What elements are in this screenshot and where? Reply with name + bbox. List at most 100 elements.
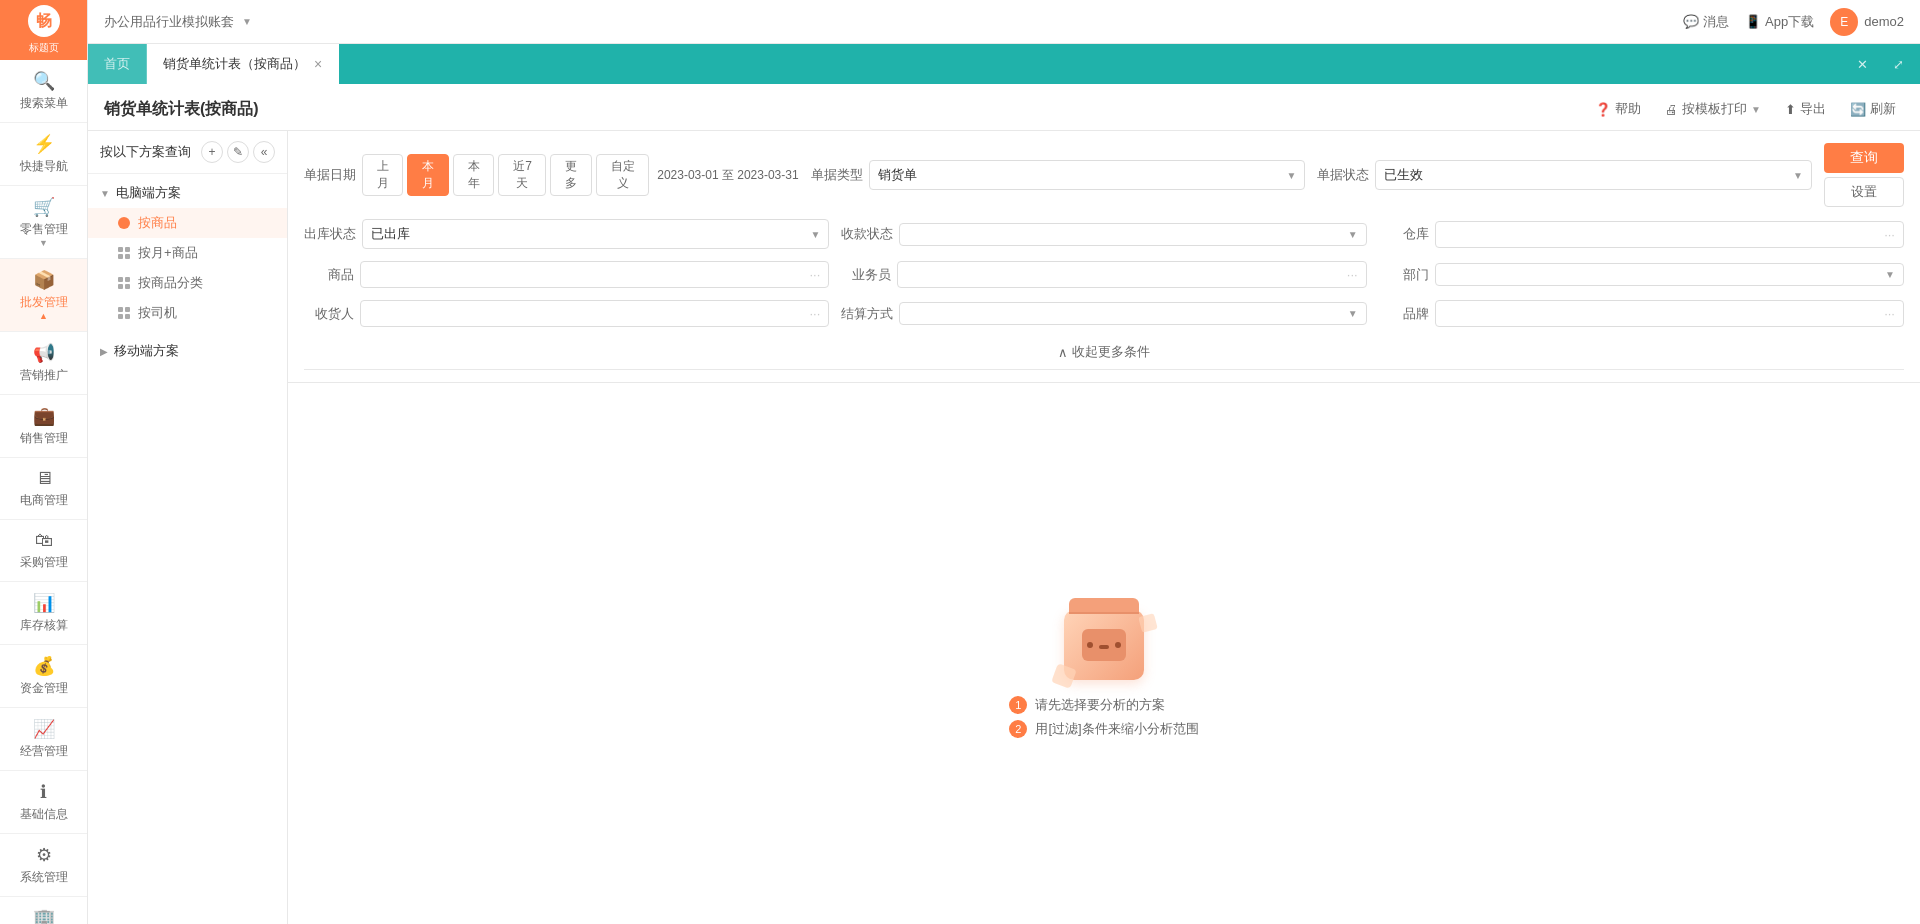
sidebar-item-system[interactable]: ⚙ 系统管理 [0, 834, 88, 897]
filter-doc-status: 单据状态 已生效 ▼ [1317, 160, 1812, 190]
user-info[interactable]: E demo2 [1830, 8, 1904, 36]
by-goods-category-icon [116, 275, 132, 291]
sidebar-item-corp[interactable]: 🏢 企业协同 [0, 897, 88, 924]
sidebar-item-marketing[interactable]: 📢 营销推广 [0, 332, 88, 395]
dept-caret-icon: ▼ [1885, 269, 1895, 280]
sidebar-item-inventory[interactable]: 📊 库存核算 [0, 582, 88, 645]
receiver-label: 收货人 [304, 305, 354, 323]
filter-salesman: 业务员 ··· [841, 261, 1366, 288]
warehouse-select[interactable]: ··· [1435, 221, 1904, 248]
sidebar-item-operations[interactable]: 📈 经营管理 [0, 708, 88, 771]
sidebar-item-quick-nav[interactable]: ⚡ 快捷导航 [0, 123, 88, 186]
doc-status-select[interactable]: 已生效 ▼ [1375, 160, 1812, 190]
wholesale-expand-icon: ▲ [39, 311, 48, 321]
export-label: 导出 [1800, 100, 1826, 118]
sidebar-item-retail[interactable]: 🛒 零售管理 ▼ [0, 186, 88, 259]
scheme-item-by-goods-category[interactable]: 按商品分类 [88, 268, 287, 298]
top-bar-right: 💬 消息 📱 App下载 E demo2 [1683, 8, 1904, 36]
sidebar-item-finance-label: 资金管理 [20, 680, 68, 697]
dept-select[interactable]: ▼ [1435, 263, 1904, 286]
message-btn[interactable]: 💬 消息 [1683, 13, 1729, 31]
brand-select[interactable]: ··· [1435, 300, 1904, 327]
box-deco-2 [1138, 613, 1158, 633]
query-btn[interactable]: 查询 [1824, 143, 1904, 173]
sidebar-item-ecommerce[interactable]: 🖥 电商管理 [0, 458, 88, 520]
filter-receiver: 收货人 ··· [304, 300, 829, 327]
scheme-section-pc-header[interactable]: ▼ 电脑端方案 [88, 178, 287, 208]
filter-goods: 商品 ··· [304, 261, 829, 288]
app-selector-label[interactable]: 办公用品行业模拟账套 [104, 13, 234, 31]
sidebar-item-wholesale-label: 批发管理 [20, 294, 68, 311]
goods-label: 商品 [304, 266, 354, 284]
print-btn[interactable]: 🖨 按模板打印 ▼ [1657, 96, 1769, 122]
tab-close-btn[interactable]: ✕ [1848, 50, 1876, 78]
date-btn-current-year[interactable]: 本年 [453, 154, 494, 196]
system-icon: ⚙ [36, 844, 52, 866]
settings-btn[interactable]: 设置 [1824, 177, 1904, 207]
date-btn-more[interactable]: 更多 [550, 154, 591, 196]
filter-section: 单据日期 上月 本月 本年 近7天 更多 自定义 2023-03-01 至 20… [288, 131, 1920, 383]
filter-row-3: 商品 ··· 业务员 [304, 261, 1904, 288]
scheme-item-by-goods[interactable]: 按商品 [88, 208, 287, 238]
sidebar-item-basic[interactable]: ℹ 基础信息 [0, 771, 88, 834]
date-btn-prev-month[interactable]: 上月 [362, 154, 403, 196]
date-range-text: 2023-03-01 至 2023-03-31 [657, 167, 798, 184]
tab-home[interactable]: 首页 [88, 44, 147, 84]
pc-section-title: 电脑端方案 [116, 184, 181, 202]
export-btn[interactable]: ⬆ 导出 [1777, 96, 1834, 122]
corp-icon: 🏢 [33, 907, 55, 924]
user-label: demo2 [1864, 14, 1904, 29]
app-download-label: App下载 [1765, 13, 1814, 31]
sidebar-item-search[interactable]: 🔍 搜索菜单 [0, 60, 88, 123]
logo-label: 标题页 [29, 41, 59, 55]
collect-status-select[interactable]: ▼ [899, 223, 1366, 246]
out-status-select[interactable]: 已出库 ▼ [362, 219, 829, 249]
refresh-btn[interactable]: 🔄 刷新 [1842, 96, 1904, 122]
scheme-item-by-cashier[interactable]: 按司机 [88, 298, 287, 328]
hint-text-1: 请先选择要分析的方案 [1035, 696, 1165, 714]
scheme-section-mobile-header[interactable]: ▶ 移动端方案 [88, 336, 287, 366]
receiver-select[interactable]: ··· [360, 300, 829, 327]
scheme-edit-btn[interactable]: ✎ [227, 141, 249, 163]
sidebar-item-system-label: 系统管理 [20, 869, 68, 886]
svg-rect-5 [118, 277, 123, 282]
avatar: E [1830, 8, 1858, 36]
sidebar-item-sales[interactable]: 💼 销售管理 [0, 395, 88, 458]
app-download-btn[interactable]: 📱 App下载 [1745, 13, 1814, 31]
sidebar-item-operations-label: 经营管理 [20, 743, 68, 760]
brand-control: ··· [1435, 300, 1904, 327]
doc-type-label: 单据类型 [811, 166, 863, 184]
dropdown-arrow-icon[interactable]: ▼ [242, 16, 252, 27]
page-actions: ❓ 帮助 🖨 按模板打印 ▼ ⬆ 导出 🔄 刷新 [1587, 96, 1904, 122]
print-dropdown-icon[interactable]: ▼ [1751, 104, 1761, 115]
date-btn-7days[interactable]: 近7天 [498, 154, 546, 196]
tab-sales-stat[interactable]: 销货单统计表（按商品） × [147, 44, 339, 84]
by-goods-icon [116, 215, 132, 231]
help-btn[interactable]: ❓ 帮助 [1587, 96, 1649, 122]
salesman-select[interactable]: ··· [897, 261, 1366, 288]
scheme-collapse-btn[interactable]: « [253, 141, 275, 163]
date-btn-custom[interactable]: 自定义 [596, 154, 649, 196]
filter-payment: 结算方式 ▼ [841, 302, 1366, 325]
sidebar-item-wholesale[interactable]: 📦 批发管理 ▲ [0, 259, 88, 332]
filter-row-2: 出库状态 已出库 ▼ 收款状态 [304, 219, 1904, 249]
svg-rect-3 [118, 254, 123, 259]
tab-close-icon[interactable]: × [314, 56, 322, 72]
goods-select[interactable]: ··· [360, 261, 829, 288]
refresh-label: 刷新 [1870, 100, 1896, 118]
scheme-add-btn[interactable]: + [201, 141, 223, 163]
print-icon: 🖨 [1665, 102, 1678, 117]
tab-maximize-btn[interactable]: ⤢ [1884, 50, 1912, 78]
scheme-item-by-month-goods[interactable]: 按月+商品 [88, 238, 287, 268]
payment-select[interactable]: ▼ [899, 302, 1366, 325]
sidebar-item-purchase[interactable]: 🛍 采购管理 [0, 520, 88, 582]
sidebar-item-finance[interactable]: 💰 资金管理 [0, 645, 88, 708]
app-logo[interactable]: 畅 标题页 [0, 0, 88, 60]
empty-state: 1 请先选择要分析的方案 2 用[过滤]条件来缩小分析范围 [1009, 570, 1198, 738]
out-status-caret-icon: ▼ [810, 229, 820, 240]
date-btn-current-month[interactable]: 本月 [407, 154, 448, 196]
sidebar-item-sales-label: 销售管理 [20, 430, 68, 447]
print-label: 按模板打印 [1682, 100, 1747, 118]
collapse-bar[interactable]: ∧ 收起更多条件 [304, 335, 1904, 370]
doc-type-select[interactable]: 销货单 ▼ [869, 160, 1306, 190]
